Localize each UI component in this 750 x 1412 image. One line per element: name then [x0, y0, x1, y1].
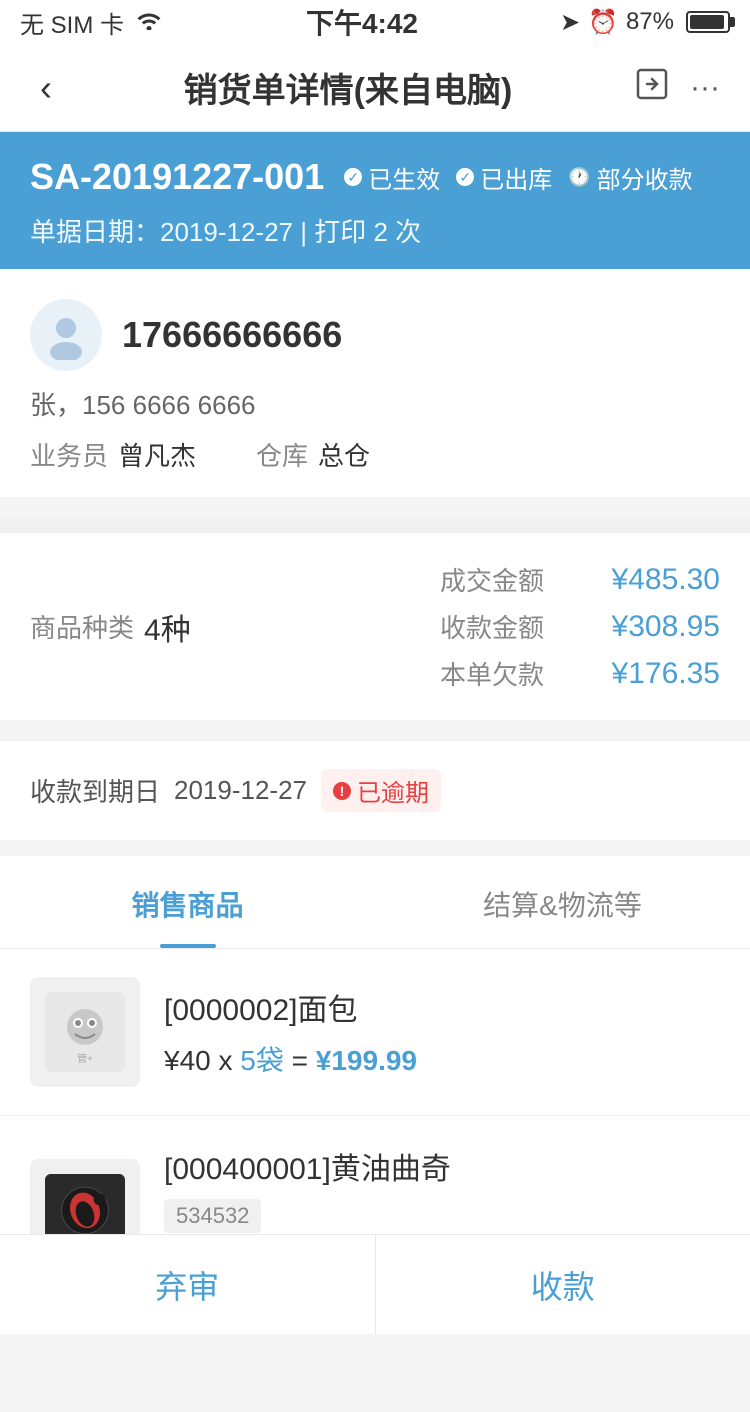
product-types-value: 4种 — [144, 605, 191, 649]
time-label: 下午4:42 — [306, 2, 418, 42]
product-types-label: 商品种类 — [30, 608, 134, 645]
order-header: SA-20191227-001 ✓ 已生效 ✓ 已出库 🕐 部分收款 单据日期：… — [0, 132, 750, 269]
product-image-1: 管+ — [30, 977, 140, 1087]
overdue-text: 已逾期 — [357, 773, 429, 808]
owed-label: 本单欠款 — [440, 655, 544, 692]
owed-amount-row: 本单欠款 ¥176.35 — [440, 655, 720, 692]
customer-top: 17666666666 — [30, 299, 720, 371]
location-icon: ➤ — [560, 8, 580, 37]
warehouse-value: 总仓 — [318, 436, 370, 473]
svg-text:管+: 管+ — [77, 1052, 93, 1065]
received-value: ¥308.95 — [612, 610, 720, 644]
nav-actions: ··· — [634, 66, 720, 110]
clock-icon: 🕐 — [568, 167, 590, 188]
check-dot-1: ✓ — [344, 168, 362, 186]
sales-person-value: 曾凡杰 — [118, 436, 196, 473]
back-button[interactable]: ‹ — [30, 57, 62, 119]
due-date-value: 2019-12-27 — [174, 775, 307, 806]
summary-left: 商品种类 4种 — [30, 605, 191, 649]
product-info-1: [0000002]面包 ¥40 x 5袋 = ¥199.99 — [164, 985, 720, 1079]
more-button[interactable]: ··· — [690, 71, 720, 105]
customer-sub-info: 张，156 6666 6666 — [30, 385, 720, 422]
deal-amount-row: 成交金额 ¥485.30 — [440, 561, 720, 598]
owl-icon: 管+ — [45, 992, 125, 1072]
user-avatar-icon — [41, 310, 91, 360]
cancel-review-button[interactable]: 弃审 — [0, 1235, 376, 1334]
overdue-badge: ! 已逾期 — [321, 769, 441, 812]
nav-bar: ‹ 销货单详情(来自电脑) ··· — [0, 44, 750, 132]
tabs-section: 销售商品 结算&物流等 — [0, 856, 750, 949]
battery-icon — [686, 11, 730, 33]
order-header-top: SA-20191227-001 ✓ 已生效 ✓ 已出库 🕐 部分收款 — [30, 156, 720, 198]
status-left: 无 SIM 卡 — [20, 5, 164, 40]
collect-payment-button[interactable]: 收款 — [376, 1235, 750, 1334]
order-meta: 单据日期：2019-12-27 | 打印 2 次 — [30, 212, 720, 249]
deal-amount-value: ¥485.30 — [612, 563, 720, 597]
product-sku-2: 534532 — [164, 1199, 261, 1233]
product-name-1: [0000002]面包 — [164, 985, 720, 1029]
alarm-icon: ⏰ — [588, 8, 618, 37]
check-dot-2: ✓ — [456, 168, 474, 186]
status-right: ➤ ⏰ 87% — [560, 8, 730, 37]
due-date-label: 收款到期日 — [30, 772, 160, 809]
product-item: 管+ [0000002]面包 ¥40 x 5袋 = ¥199.99 — [0, 949, 750, 1116]
status-bar: 无 SIM 卡 下午4:42 ➤ ⏰ 87% — [0, 0, 750, 44]
deal-amount-label: 成交金额 — [440, 561, 544, 598]
share-button[interactable] — [634, 66, 670, 110]
sales-person-label: 业务员 — [30, 436, 108, 473]
tab-sales-products[interactable]: 销售商品 — [0, 856, 375, 948]
overdue-icon: ! — [333, 782, 351, 800]
bottom-bar: 弃审 收款 — [0, 1234, 750, 1334]
wifi-icon — [134, 8, 164, 37]
summary-row: 商品种类 4种 成交金额 ¥485.30 收款金额 ¥308.95 本单欠款 ¥… — [30, 561, 720, 692]
product-name-2: [000400001]黄油曲奇 — [164, 1144, 720, 1188]
customer-section: 17666666666 张，156 6666 6666 业务员 曾凡杰 仓库 总… — [0, 269, 750, 497]
received-label: 收款金额 — [440, 608, 544, 645]
status-partial: 🕐 部分收款 — [568, 160, 692, 195]
product-price-1: ¥40 x 5袋 = ¥199.99 — [164, 1039, 720, 1079]
page-title: 销货单详情(来自电脑) — [184, 63, 513, 112]
status-shipped: ✓ 已出库 — [456, 160, 552, 195]
order-id: SA-20191227-001 — [30, 156, 324, 198]
customer-avatar — [30, 299, 102, 371]
status-tags: ✓ 已生效 ✓ 已出库 🕐 部分收款 — [344, 160, 692, 195]
carrier-label: 无 SIM 卡 — [20, 5, 124, 40]
owed-value: ¥176.35 — [612, 657, 720, 691]
battery-label: 87% — [626, 8, 674, 36]
divider-1 — [0, 517, 750, 533]
status-effective: ✓ 已生效 — [344, 160, 440, 195]
customer-id: 17666666666 — [122, 314, 342, 356]
summary-right: 成交金额 ¥485.30 收款金额 ¥308.95 本单欠款 ¥176.35 — [440, 561, 720, 692]
tab-settlement[interactable]: 结算&物流等 — [375, 856, 750, 948]
sales-person-item: 业务员 曾凡杰 — [30, 436, 196, 473]
due-section: 收款到期日 2019-12-27 ! 已逾期 — [0, 740, 750, 840]
warehouse-label: 仓库 — [256, 436, 308, 473]
customer-details: 业务员 曾凡杰 仓库 总仓 — [30, 436, 720, 473]
warehouse-item: 仓库 总仓 — [256, 436, 370, 473]
received-amount-row: 收款金额 ¥308.95 — [440, 608, 720, 645]
summary-section: 商品种类 4种 成交金额 ¥485.30 收款金额 ¥308.95 本单欠款 ¥… — [0, 533, 750, 720]
